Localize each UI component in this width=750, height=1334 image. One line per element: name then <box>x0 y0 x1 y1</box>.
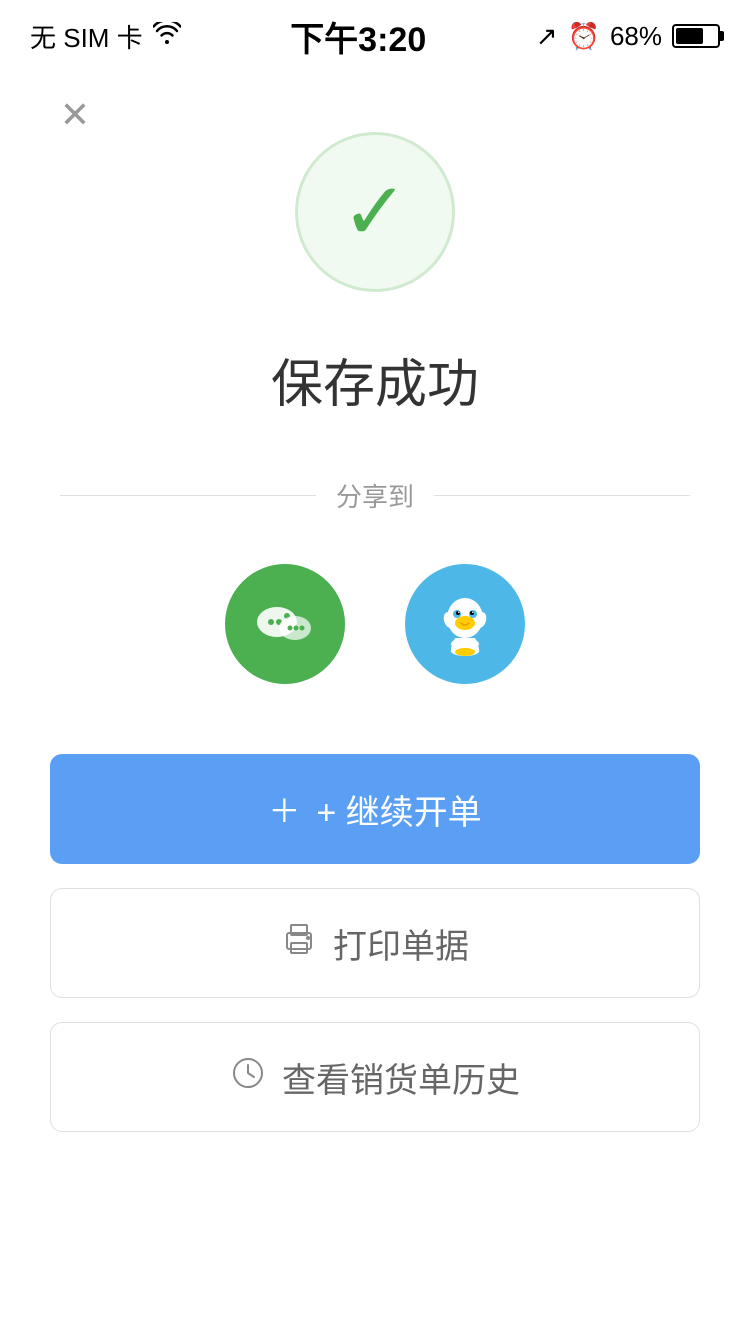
qq-icon <box>435 590 495 658</box>
carrier-text: 无 SIM 卡 <box>30 18 143 55</box>
print-receipt-label: 打印单据 <box>333 919 469 968</box>
continue-order-label: + 继续开单 <box>316 785 481 834</box>
location-icon: ↗ <box>536 21 558 52</box>
status-right: ↗ ⏰ 68% <box>536 21 720 52</box>
plus-icon: ＋ <box>268 786 300 832</box>
share-label: 分享到 <box>316 477 434 514</box>
continue-order-button[interactable]: ＋ + 继续开单 <box>50 754 700 864</box>
divider-line-left <box>60 495 316 496</box>
wechat-icon <box>251 590 319 658</box>
time-display: 下午3:20 <box>290 12 426 61</box>
success-circle: ✓ <box>295 132 455 292</box>
action-buttons: ＋ + 继续开单 打印单据 查看销货单历史 <box>0 754 750 1132</box>
clock-icon <box>230 1055 266 1099</box>
main-content: ✓ 保存成功 分享到 <box>0 72 750 1132</box>
success-title: 保存成功 <box>271 342 479 417</box>
share-icons <box>225 564 525 684</box>
status-bar: 无 SIM 卡 下午3:20 ↗ ⏰ 68% <box>0 0 750 72</box>
view-history-button[interactable]: 查看销货单历史 <box>50 1022 700 1132</box>
divider-line-right <box>434 495 690 496</box>
checkmark-icon: ✓ <box>341 172 408 252</box>
view-history-label: 查看销货单历史 <box>282 1053 520 1102</box>
qq-share-button[interactable] <box>405 564 525 684</box>
share-divider: 分享到 <box>0 477 750 514</box>
close-button[interactable]: ✕ <box>50 90 100 140</box>
close-icon: ✕ <box>60 97 90 133</box>
print-receipt-button[interactable]: 打印单据 <box>50 888 700 998</box>
wifi-icon <box>153 22 181 51</box>
wechat-share-button[interactable] <box>225 564 345 684</box>
battery-percent: 68% <box>610 21 662 52</box>
print-icon <box>281 921 317 965</box>
status-left: 无 SIM 卡 <box>30 18 181 55</box>
battery-icon <box>672 24 720 48</box>
alarm-icon: ⏰ <box>568 21 600 52</box>
